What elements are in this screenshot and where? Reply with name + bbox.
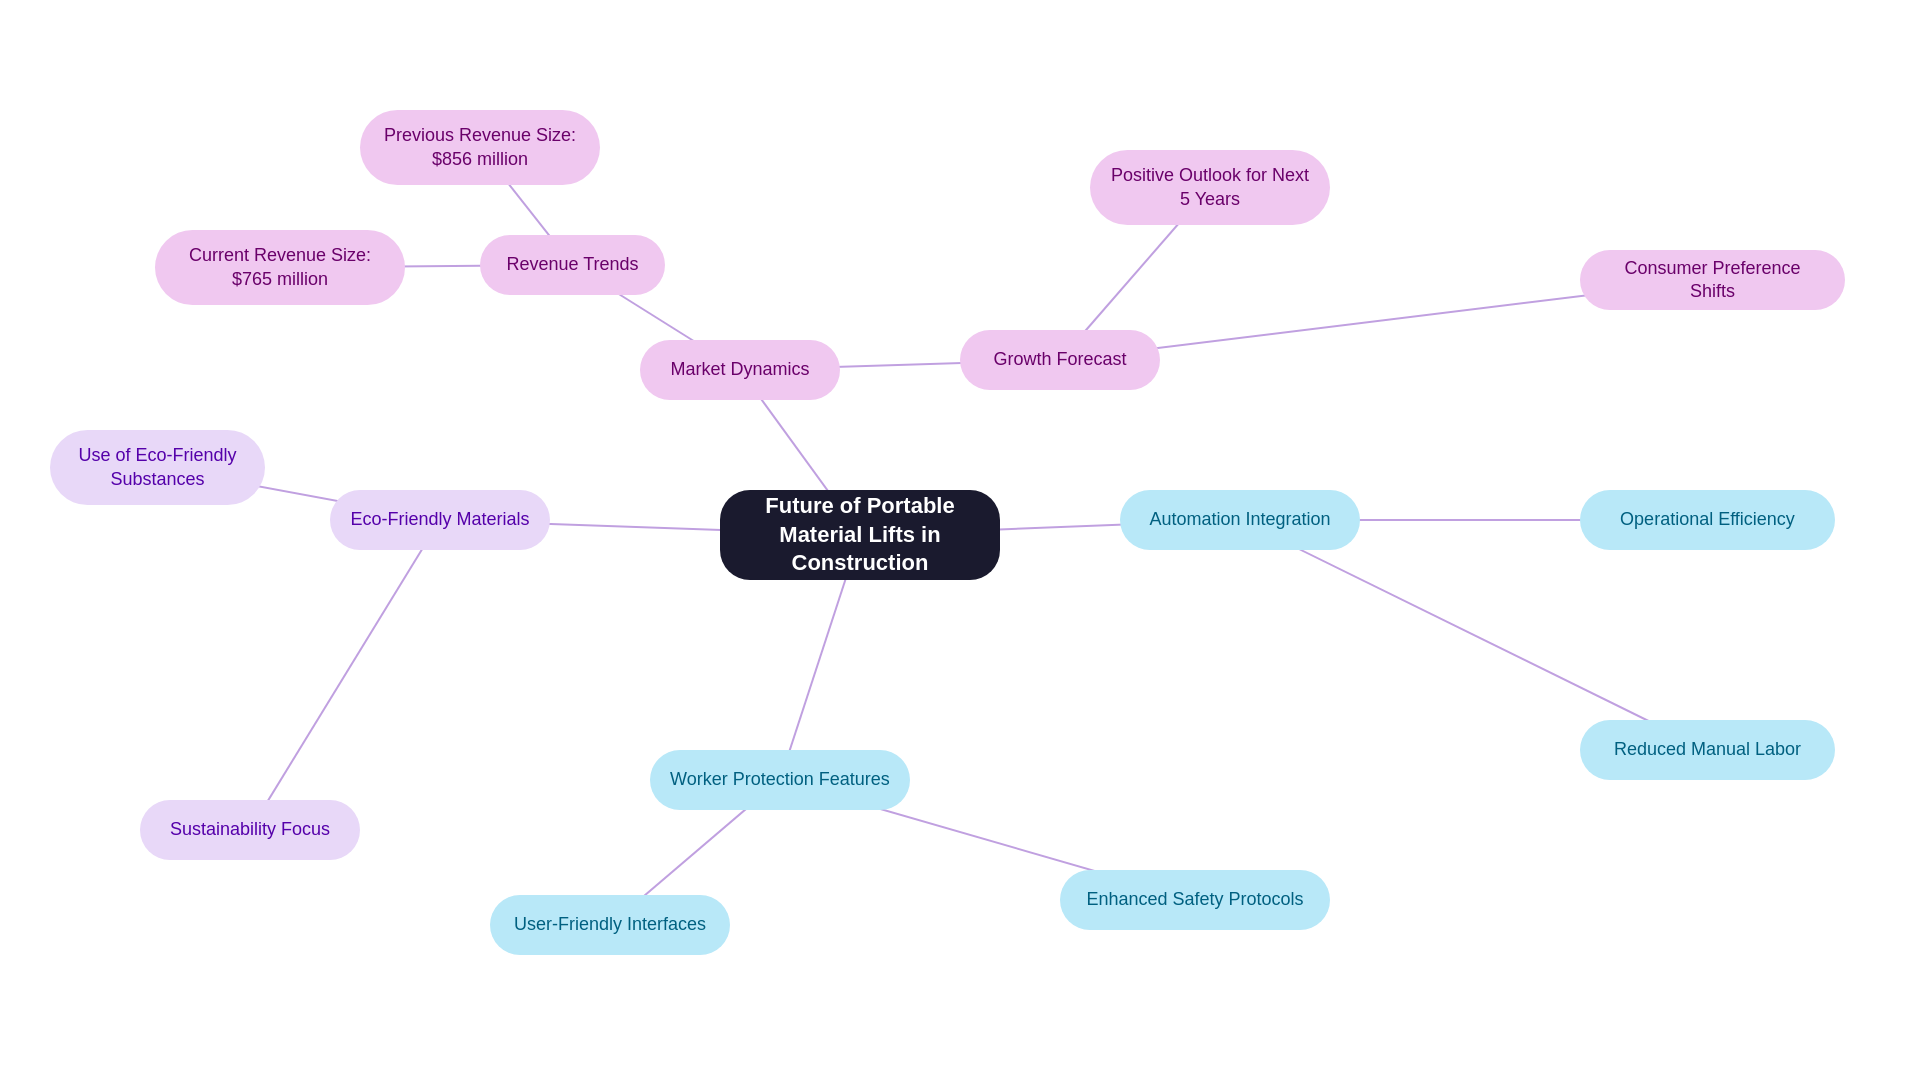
growth-forecast-node: Growth Forecast — [960, 330, 1160, 390]
prev-revenue-node: Previous Revenue Size: $856 million — [360, 110, 600, 185]
automation-node: Automation Integration — [1120, 490, 1360, 550]
enhanced-safety-node: Enhanced Safety Protocols — [1060, 870, 1330, 930]
operational-node: Operational Efficiency — [1580, 490, 1835, 550]
svg-line-11 — [250, 520, 440, 830]
consumer-pref-node: Consumer Preference Shifts — [1580, 250, 1845, 310]
user-friendly-node: User-Friendly Interfaces — [490, 895, 730, 955]
worker-protect-node: Worker Protection Features — [650, 750, 910, 810]
reduced-labor-node: Reduced Manual Labor — [1580, 720, 1835, 780]
svg-line-13 — [1240, 520, 1708, 750]
market-dynamics-node: Market Dynamics — [640, 340, 840, 400]
eco-materials-node: Eco-Friendly Materials — [330, 490, 550, 550]
positive-outlook-node: Positive Outlook for Next 5 Years — [1090, 150, 1330, 225]
eco-substances-node: Use of Eco-Friendly Substances — [50, 430, 265, 505]
sustainability-node: Sustainability Focus — [140, 800, 360, 860]
curr-revenue-node: Current Revenue Size: $765 million — [155, 230, 405, 305]
center-node: Future of Portable Material Lifts in Con… — [720, 490, 1000, 580]
revenue-trends-node: Revenue Trends — [480, 235, 665, 295]
